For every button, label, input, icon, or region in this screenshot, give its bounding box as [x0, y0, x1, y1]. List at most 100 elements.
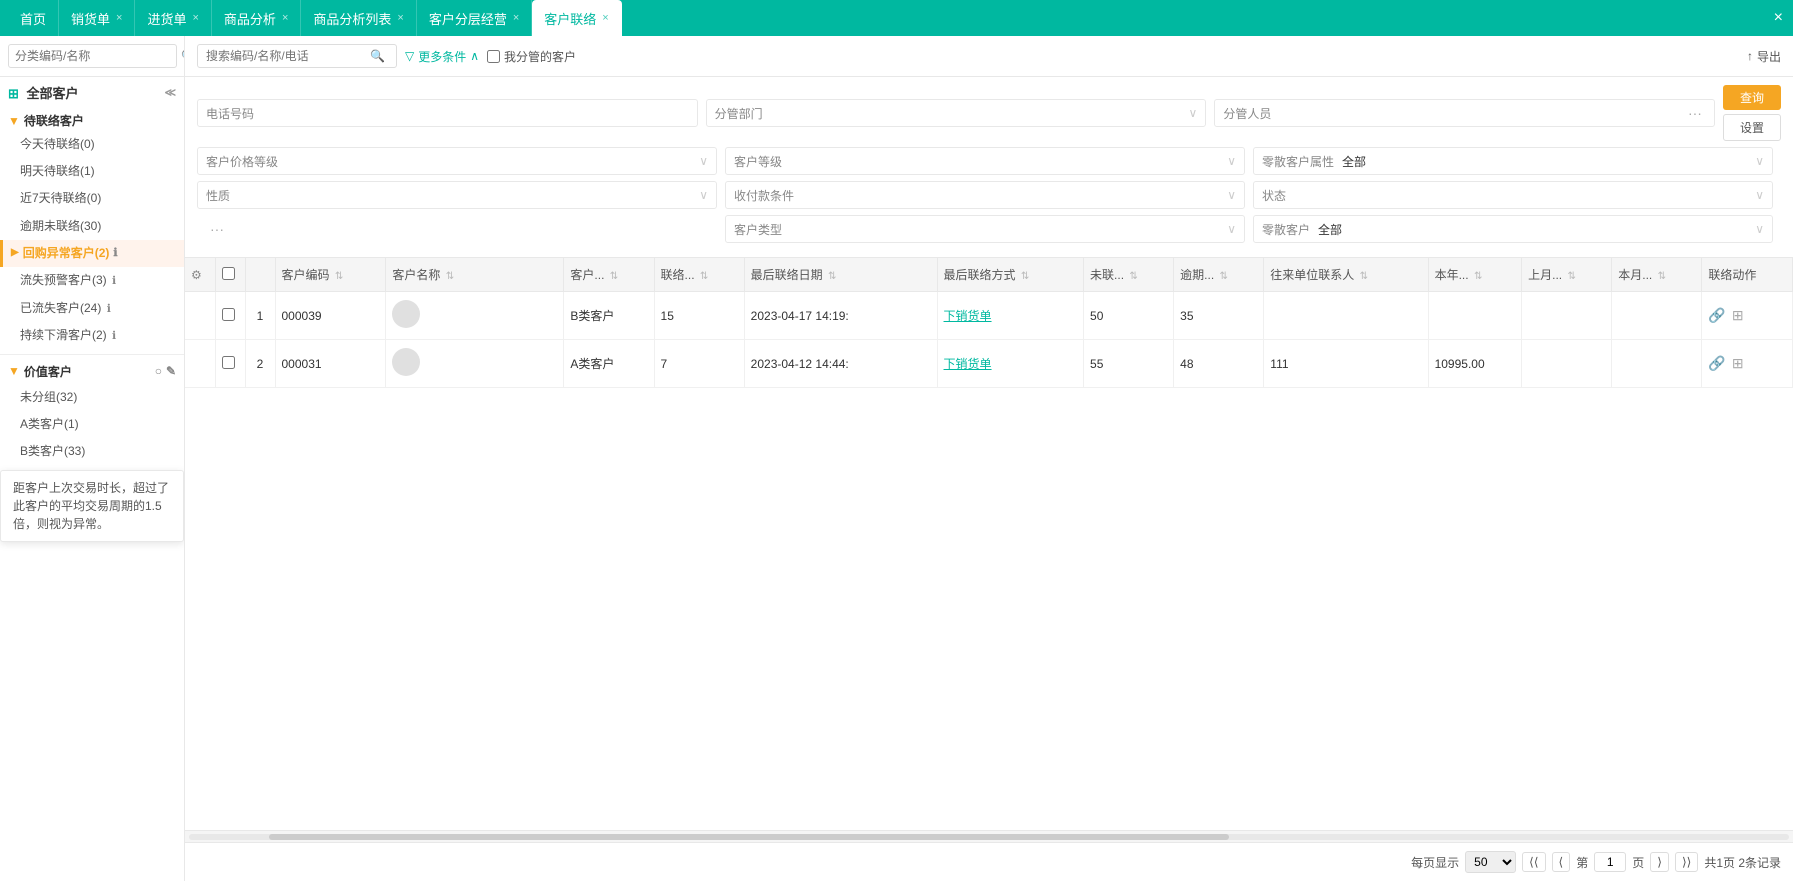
sidebar-item-7days[interactable]: 近7天待联络(0): [0, 185, 184, 212]
export-button[interactable]: ↑ 导出: [1747, 48, 1781, 65]
filter-nature[interactable]: 性质 ∨: [197, 181, 717, 209]
filter-customer-type[interactable]: 客户类型 ∨: [725, 215, 1245, 243]
sidebar-group-value-customers[interactable]: ▼ 价值客户 ○ ✎: [0, 359, 184, 384]
filter-price-level-input[interactable]: [286, 154, 699, 168]
more-conditions-btn[interactable]: ▽ 更多条件 ∧: [405, 48, 479, 65]
sidebar-item-class-b[interactable]: B类客户(33): [0, 438, 184, 465]
filter-dept[interactable]: 分管部门 ∨: [706, 99, 1207, 127]
first-page-btn[interactable]: ⟨⟨: [1522, 852, 1545, 872]
filter-payment-input[interactable]: [802, 188, 1227, 202]
sidebar-all-customers[interactable]: ⊞ 全部客户 ≪: [0, 77, 184, 108]
retail-attr-dropdown-icon[interactable]: ∨: [1755, 154, 1764, 168]
sort-name-icon[interactable]: ⇅: [446, 271, 454, 282]
sidebar-item-ungrouped[interactable]: 未分组(32): [0, 384, 184, 411]
dept-dropdown-icon[interactable]: ∨: [1189, 106, 1198, 120]
sort-uncontacted-icon[interactable]: ⇅: [1129, 271, 1137, 282]
customer-level-dropdown-icon[interactable]: ∨: [1227, 154, 1236, 168]
filter-payment[interactable]: 收付款条件 ∨: [725, 181, 1245, 209]
row4-more-icon[interactable]: ···: [206, 221, 228, 237]
row1-checkbox[interactable]: [222, 308, 235, 321]
edit-icon[interactable]: ✎: [166, 364, 176, 378]
sidebar-item-lost-warning[interactable]: 流失预警客户(3) ℹ: [0, 267, 184, 295]
filter-customer-level[interactable]: 客户等级 ∨: [725, 147, 1245, 175]
nature-dropdown-icon[interactable]: ∨: [699, 188, 708, 202]
filter-price-level[interactable]: 客户价格等级 ∨: [197, 147, 717, 175]
sidebar-item-tomorrow[interactable]: 明天待联络(1): [0, 158, 184, 185]
filter-status[interactable]: 状态 ∨: [1253, 181, 1773, 209]
th-settings[interactable]: ⚙: [185, 258, 215, 292]
tab-customer-tier[interactable]: 客户分层经营 ×: [417, 0, 532, 36]
close-tab-customer-contact[interactable]: ×: [602, 12, 608, 24]
sort-type-icon[interactable]: ⇅: [610, 271, 618, 282]
next-page-btn[interactable]: ⟩: [1650, 852, 1669, 872]
sidebar-search-input[interactable]: [8, 44, 177, 68]
filter-nature-input[interactable]: [238, 188, 699, 202]
payment-dropdown-icon[interactable]: ∨: [1227, 188, 1236, 202]
retail-customer-dropdown-icon[interactable]: ∨: [1755, 222, 1764, 236]
circle-icon[interactable]: ○: [155, 364, 162, 378]
filter-phone-input[interactable]: [262, 106, 689, 120]
row2-checkbox[interactable]: [222, 356, 235, 369]
tab-product-analysis-list[interactable]: 商品分析列表 ×: [301, 0, 416, 36]
filter-phone[interactable]: 电话号码: [197, 99, 698, 127]
sidebar-group-pending[interactable]: ▼ 待联络客户: [0, 108, 184, 131]
per-page-select[interactable]: 50 100 200: [1465, 851, 1516, 873]
filter-retail-attr[interactable]: 零散客户属性 全部 ∨: [1253, 147, 1773, 175]
settings-icon[interactable]: ⚙: [191, 268, 202, 282]
tab-product-analysis[interactable]: 商品分析 ×: [212, 0, 301, 36]
filter-customer-type-input[interactable]: [790, 222, 1227, 236]
sidebar-item-class-a[interactable]: A类客户(1): [0, 411, 184, 438]
sort-date-icon[interactable]: ⇅: [828, 271, 836, 282]
sort-lastmonth-icon[interactable]: ⇅: [1567, 271, 1575, 282]
tab-sales-order[interactable]: 销货单 ×: [59, 0, 135, 36]
page-number-input[interactable]: [1594, 852, 1626, 872]
query-button[interactable]: 查询: [1723, 85, 1781, 110]
close-tab-sales-order[interactable]: ×: [116, 12, 122, 24]
tab-customer-contact[interactable]: 客户联络 ×: [532, 0, 621, 36]
horizontal-scrollbar[interactable]: [185, 830, 1793, 842]
filter-person-input[interactable]: [1279, 106, 1684, 120]
tab-purchase-order[interactable]: 进货单 ×: [135, 0, 211, 36]
main-search-input[interactable]: [206, 49, 366, 63]
sidebar-item-abnormal-repurchase[interactable]: ▶ 回购异常客户(2) ℹ: [0, 240, 184, 267]
price-level-dropdown-icon[interactable]: ∨: [699, 154, 708, 168]
close-tab-product-analysis-list[interactable]: ×: [397, 12, 403, 24]
sidebar-item-lost[interactable]: 已流失客户(24) ℹ: [0, 295, 184, 323]
sidebar-item-overdue[interactable]: 逾期未联络(30): [0, 213, 184, 240]
close-tab-customer-tier[interactable]: ×: [513, 12, 519, 24]
person-more-icon[interactable]: ···: [1684, 105, 1706, 121]
row2-grid-icon[interactable]: ⊞: [1732, 355, 1744, 372]
main-search-icon[interactable]: 🔍: [370, 49, 385, 63]
sort-year-icon[interactable]: ⇅: [1474, 271, 1482, 282]
my-customers-checkbox[interactable]: [487, 50, 500, 63]
sort-code-icon[interactable]: ⇅: [335, 271, 343, 282]
filter-retail-customer[interactable]: 零散客户 全部 ∨: [1253, 215, 1773, 243]
last-page-btn[interactable]: ⟩⟩: [1675, 852, 1698, 872]
sort-thismonth-icon[interactable]: ⇅: [1658, 271, 1666, 282]
row1-grid-icon[interactable]: ⊞: [1732, 307, 1744, 324]
tab-home[interactable]: 首页: [8, 0, 59, 36]
filter-dept-input[interactable]: [771, 106, 1189, 120]
filter-customer-level-input[interactable]: [790, 154, 1227, 168]
sidebar-item-declining[interactable]: 持续下滑客户(2) ℹ: [0, 322, 184, 350]
sort-contact-icon[interactable]: ⇅: [700, 271, 708, 282]
close-tab-product-analysis[interactable]: ×: [282, 12, 288, 24]
customer-type-dropdown-icon[interactable]: ∨: [1227, 222, 1236, 236]
row2-contact-way-link[interactable]: 下销货单: [944, 357, 992, 371]
status-dropdown-icon[interactable]: ∨: [1755, 188, 1764, 202]
row1-contact-way-link[interactable]: 下销货单: [944, 309, 992, 323]
row1-link-icon[interactable]: 🔗: [1708, 307, 1725, 324]
filter-status-input[interactable]: [1294, 188, 1755, 202]
close-tab-purchase-order[interactable]: ×: [192, 12, 198, 24]
row2-link-icon[interactable]: 🔗: [1708, 355, 1725, 372]
sort-way-icon[interactable]: ⇅: [1021, 271, 1029, 282]
close-all-tabs[interactable]: ×: [1774, 9, 1783, 27]
sort-unit-icon[interactable]: ⇅: [1360, 271, 1368, 282]
sidebar-item-today[interactable]: 今天待联络(0): [0, 131, 184, 158]
setting-button[interactable]: 设置: [1723, 114, 1781, 141]
prev-page-btn[interactable]: ⟨: [1552, 852, 1571, 872]
sort-overdue-icon[interactable]: ⇅: [1220, 271, 1228, 282]
td-row2-checkbox: [215, 340, 245, 388]
filter-person[interactable]: 分管人员 ···: [1214, 99, 1715, 127]
select-all-checkbox[interactable]: [222, 267, 235, 280]
